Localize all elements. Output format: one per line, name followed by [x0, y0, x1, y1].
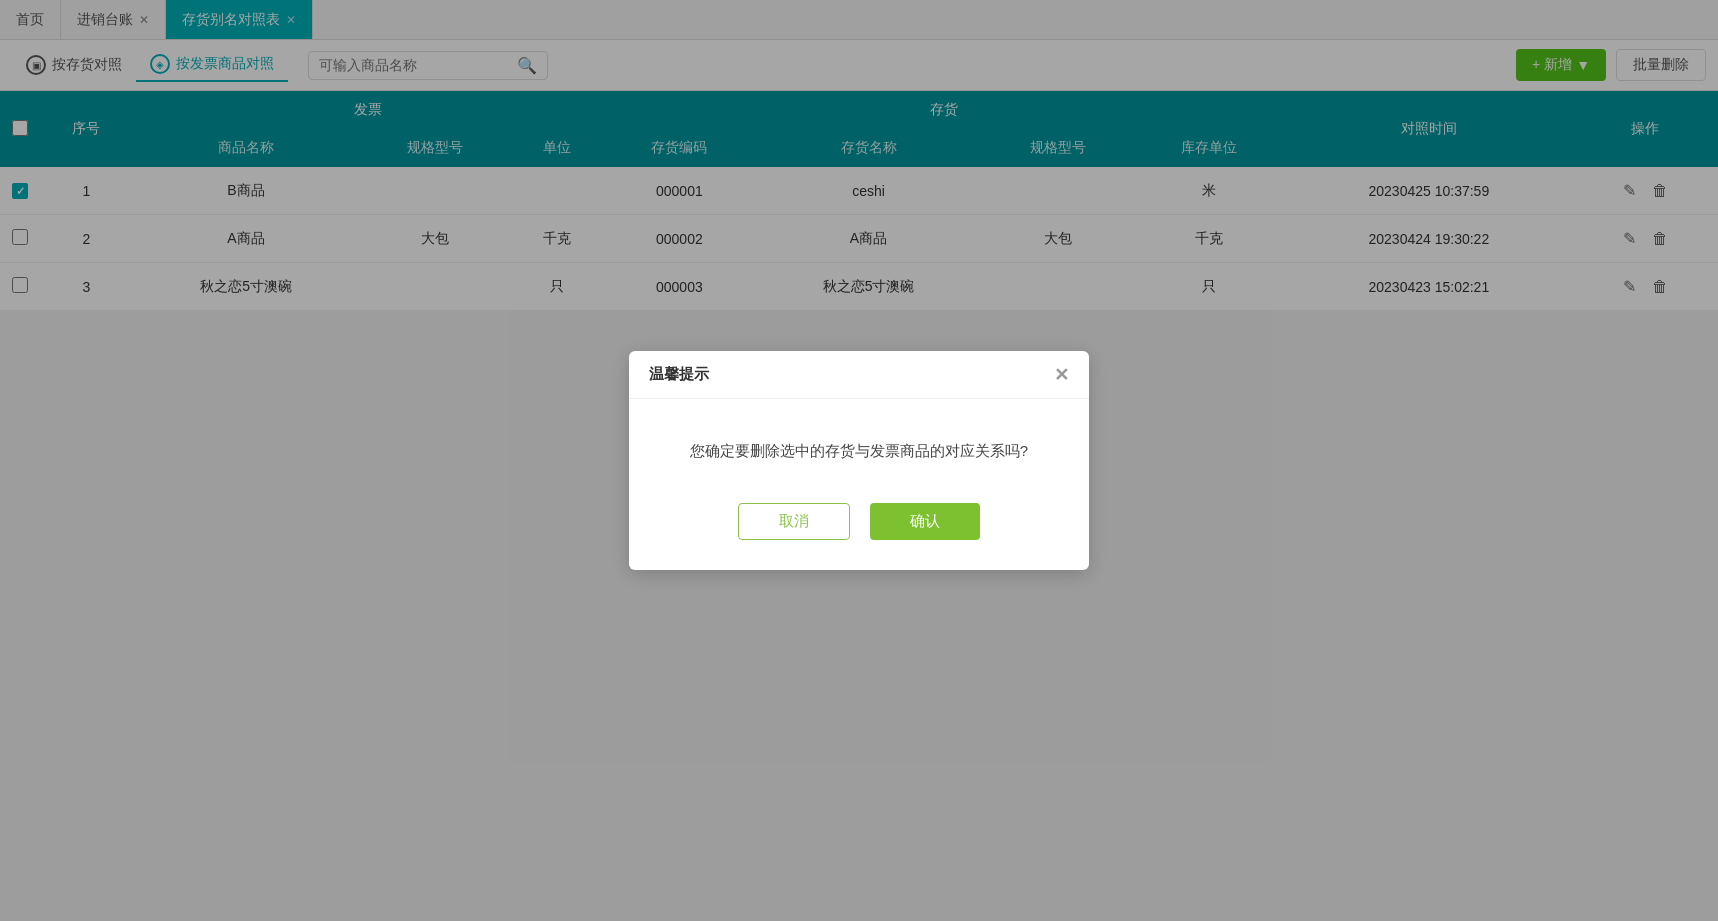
overlay: 温馨提示 ✕ 您确定要删除选中的存货与发票商品的对应关系吗? 取消 确认	[0, 0, 1718, 311]
